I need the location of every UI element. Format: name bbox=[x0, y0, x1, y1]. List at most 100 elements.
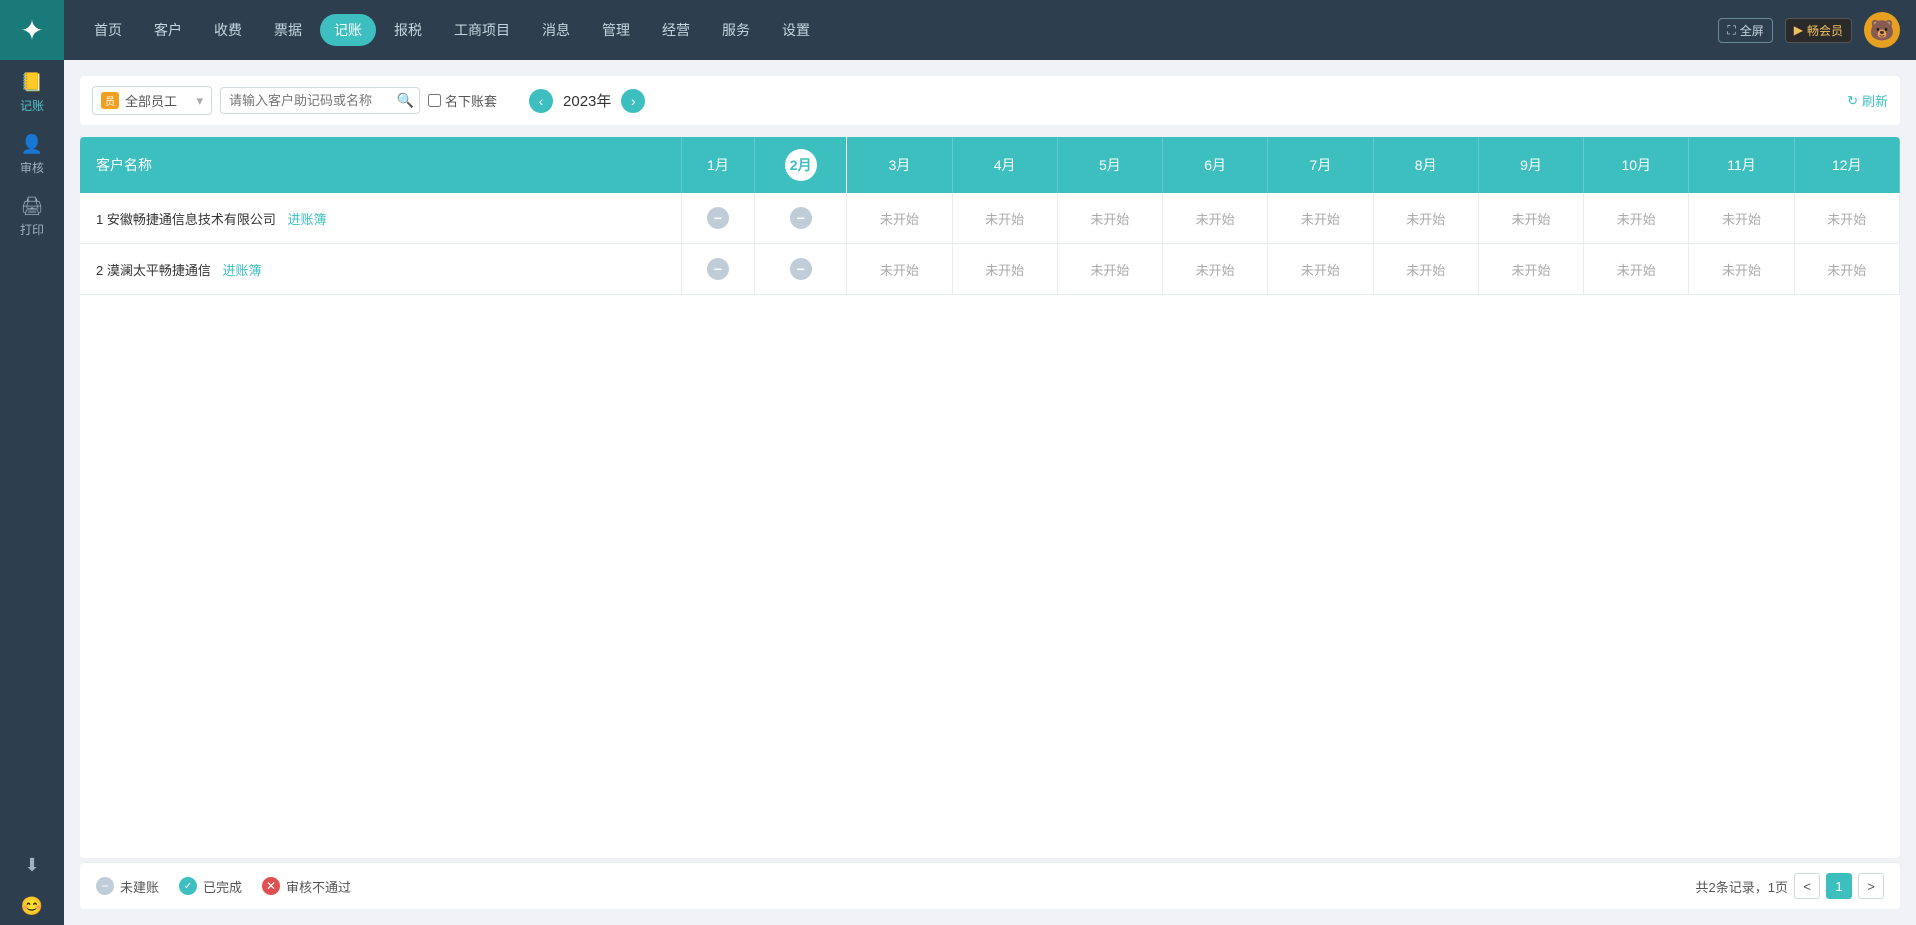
client-index: 1 bbox=[96, 212, 107, 227]
checkbox-label-text: 名下账套 bbox=[445, 91, 497, 110]
nav-settings[interactable]: 设置 bbox=[768, 14, 824, 46]
month-cell-oct: 未开始 bbox=[1584, 244, 1689, 295]
col-dec: 12月 bbox=[1794, 137, 1899, 193]
total-records: 共2条记录，1页 bbox=[1696, 877, 1788, 896]
month-cell-mar: 未开始 bbox=[847, 193, 952, 244]
current-page-button[interactable]: 1 bbox=[1826, 873, 1852, 899]
table-row: 1 安徽畅捷通信息技术有限公司 进账簿 −−未开始未开始未开始未开始未开始未开始… bbox=[80, 193, 1900, 244]
client-name-cell: 2 漠澜太平畅捷通信 进账簿 bbox=[80, 244, 681, 295]
not-started-text: 未开始 bbox=[1301, 212, 1340, 227]
sidebar-item-print[interactable]: 🖨 打印 bbox=[0, 184, 64, 246]
nav-invoice[interactable]: 票据 bbox=[260, 14, 316, 46]
not-started-text: 未开始 bbox=[1827, 212, 1866, 227]
legend-not-created: − 未建账 bbox=[96, 877, 159, 896]
my-accounts-checkbox[interactable] bbox=[428, 94, 441, 107]
vip-button[interactable]: ▶ 畅会员 bbox=[1785, 18, 1852, 43]
not-started-text: 未开始 bbox=[880, 263, 919, 278]
nav-bookkeeping[interactable]: 记账 bbox=[320, 14, 376, 46]
not-started-circle: − bbox=[707, 207, 729, 229]
rejected-label: 审核不通过 bbox=[286, 877, 351, 896]
fullscreen-label: 全屏 bbox=[1740, 22, 1764, 39]
col-nov: 11月 bbox=[1689, 137, 1794, 193]
month-cell-jul: 未开始 bbox=[1268, 193, 1373, 244]
not-started-text: 未开始 bbox=[1406, 212, 1445, 227]
month-cell-aug: 未开始 bbox=[1373, 193, 1478, 244]
main-container: 首页 客户 收费 票据 记账 报税 工商项目 消息 管理 经营 服务 设置 ⛶ … bbox=[64, 0, 1916, 925]
next-year-button[interactable]: › bbox=[621, 89, 645, 113]
sidebar-item-bookkeeping[interactable]: 📒 记账 bbox=[0, 60, 64, 122]
legend-rejected: ✕ 审核不通过 bbox=[262, 877, 351, 896]
rejected-icon: ✕ bbox=[262, 877, 280, 895]
next-page-button[interactable]: > bbox=[1858, 873, 1884, 899]
month-cell-may: 未开始 bbox=[1057, 244, 1162, 295]
year-nav: ‹ 2023年 › bbox=[529, 89, 645, 113]
not-created-label: 未建账 bbox=[120, 877, 159, 896]
legend-completed: ✓ 已完成 bbox=[179, 877, 242, 896]
col-aug: 8月 bbox=[1373, 137, 1478, 193]
play-icon: ▶ bbox=[1794, 23, 1803, 37]
not-started-text: 未开始 bbox=[985, 212, 1024, 227]
col-jul: 7月 bbox=[1268, 137, 1373, 193]
not-started-text: 未开始 bbox=[1511, 263, 1550, 278]
prev-page-button[interactable]: < bbox=[1794, 873, 1820, 899]
completed-label: 已完成 bbox=[203, 877, 242, 896]
sidebar-item-audit-label: 审核 bbox=[20, 159, 44, 176]
month-cell-may: 未开始 bbox=[1057, 193, 1162, 244]
client-name: 漠澜太平畅捷通信 bbox=[107, 263, 211, 278]
col-jun: 6月 bbox=[1163, 137, 1268, 193]
not-started-text: 未开始 bbox=[1090, 212, 1129, 227]
sidebar-item-support[interactable]: 😊 bbox=[0, 884, 64, 925]
support-icon: 😊 bbox=[21, 896, 43, 917]
accounts-table-container: 客户名称 1月 2月 3月 4月 bbox=[80, 137, 1900, 858]
nav-client[interactable]: 客户 bbox=[140, 14, 196, 46]
month-cell-jun: 未开始 bbox=[1163, 193, 1268, 244]
col-jan: 1月 bbox=[681, 137, 754, 193]
client-name: 安徽畅捷通信息技术有限公司 bbox=[107, 212, 276, 227]
col-oct: 10月 bbox=[1584, 137, 1689, 193]
nav-home[interactable]: 首页 bbox=[80, 14, 136, 46]
refresh-label: 刷新 bbox=[1862, 91, 1888, 110]
enter-ledger-link[interactable]: 进账簿 bbox=[222, 263, 261, 278]
employee-filter[interactable]: 员 全部员工 ▾ bbox=[92, 86, 212, 115]
sidebar-item-download[interactable]: ⬇ bbox=[0, 843, 64, 884]
user-avatar[interactable]: 🐻 bbox=[1864, 12, 1900, 48]
completed-icon: ✓ bbox=[179, 877, 197, 895]
download-icon: ⬇ bbox=[24, 855, 39, 876]
not-started-text: 未开始 bbox=[1301, 263, 1340, 278]
nav-message[interactable]: 消息 bbox=[528, 14, 584, 46]
search-icon[interactable]: 🔍 bbox=[397, 92, 414, 109]
enter-ledger-link[interactable]: 进账簿 bbox=[287, 212, 326, 227]
client-index: 2 bbox=[96, 263, 107, 278]
not-started-text: 未开始 bbox=[1617, 212, 1656, 227]
month-cell-nov: 未开始 bbox=[1689, 244, 1794, 295]
month-cell-mar: 未开始 bbox=[847, 244, 952, 295]
year-display: 2023年 bbox=[563, 90, 611, 111]
nav-billing[interactable]: 收费 bbox=[200, 14, 256, 46]
prev-year-button[interactable]: ‹ bbox=[529, 89, 553, 113]
month-cell-jun: 未开始 bbox=[1163, 244, 1268, 295]
sidebar-item-audit[interactable]: 👤 审核 bbox=[0, 122, 64, 184]
search-input[interactable] bbox=[220, 87, 420, 114]
month-cell-jan: − bbox=[681, 244, 754, 295]
nav-operation[interactable]: 经营 bbox=[648, 14, 704, 46]
month-cell-sep: 未开始 bbox=[1478, 244, 1583, 295]
month-cell-dec: 未开始 bbox=[1794, 193, 1899, 244]
fullscreen-icon: ⛶ bbox=[1727, 23, 1735, 38]
audit-icon: 👤 bbox=[21, 134, 43, 155]
nav-business[interactable]: 工商项目 bbox=[440, 14, 524, 46]
app-logo: ✦ bbox=[0, 0, 64, 60]
my-accounts-checkbox-label[interactable]: 名下账套 bbox=[428, 91, 497, 110]
refresh-button[interactable]: ↻ 刷新 bbox=[1847, 91, 1888, 110]
month-cell-apr: 未开始 bbox=[952, 244, 1057, 295]
sidebar-bottom: ⬇ 😊 bbox=[0, 843, 64, 925]
month-cell-jul: 未开始 bbox=[1268, 244, 1373, 295]
month-cell-oct: 未开始 bbox=[1584, 193, 1689, 244]
nav-tax[interactable]: 报税 bbox=[380, 14, 436, 46]
nav-service[interactable]: 服务 bbox=[708, 14, 764, 46]
not-started-text: 未开始 bbox=[1617, 263, 1656, 278]
nav-management[interactable]: 管理 bbox=[588, 14, 644, 46]
table-header-row: 客户名称 1月 2月 3月 4月 bbox=[80, 137, 1900, 193]
fullscreen-button[interactable]: ⛶ 全屏 bbox=[1718, 18, 1772, 43]
active-month-circle: 2月 bbox=[785, 149, 817, 181]
sidebar-item-print-label: 打印 bbox=[20, 221, 44, 238]
